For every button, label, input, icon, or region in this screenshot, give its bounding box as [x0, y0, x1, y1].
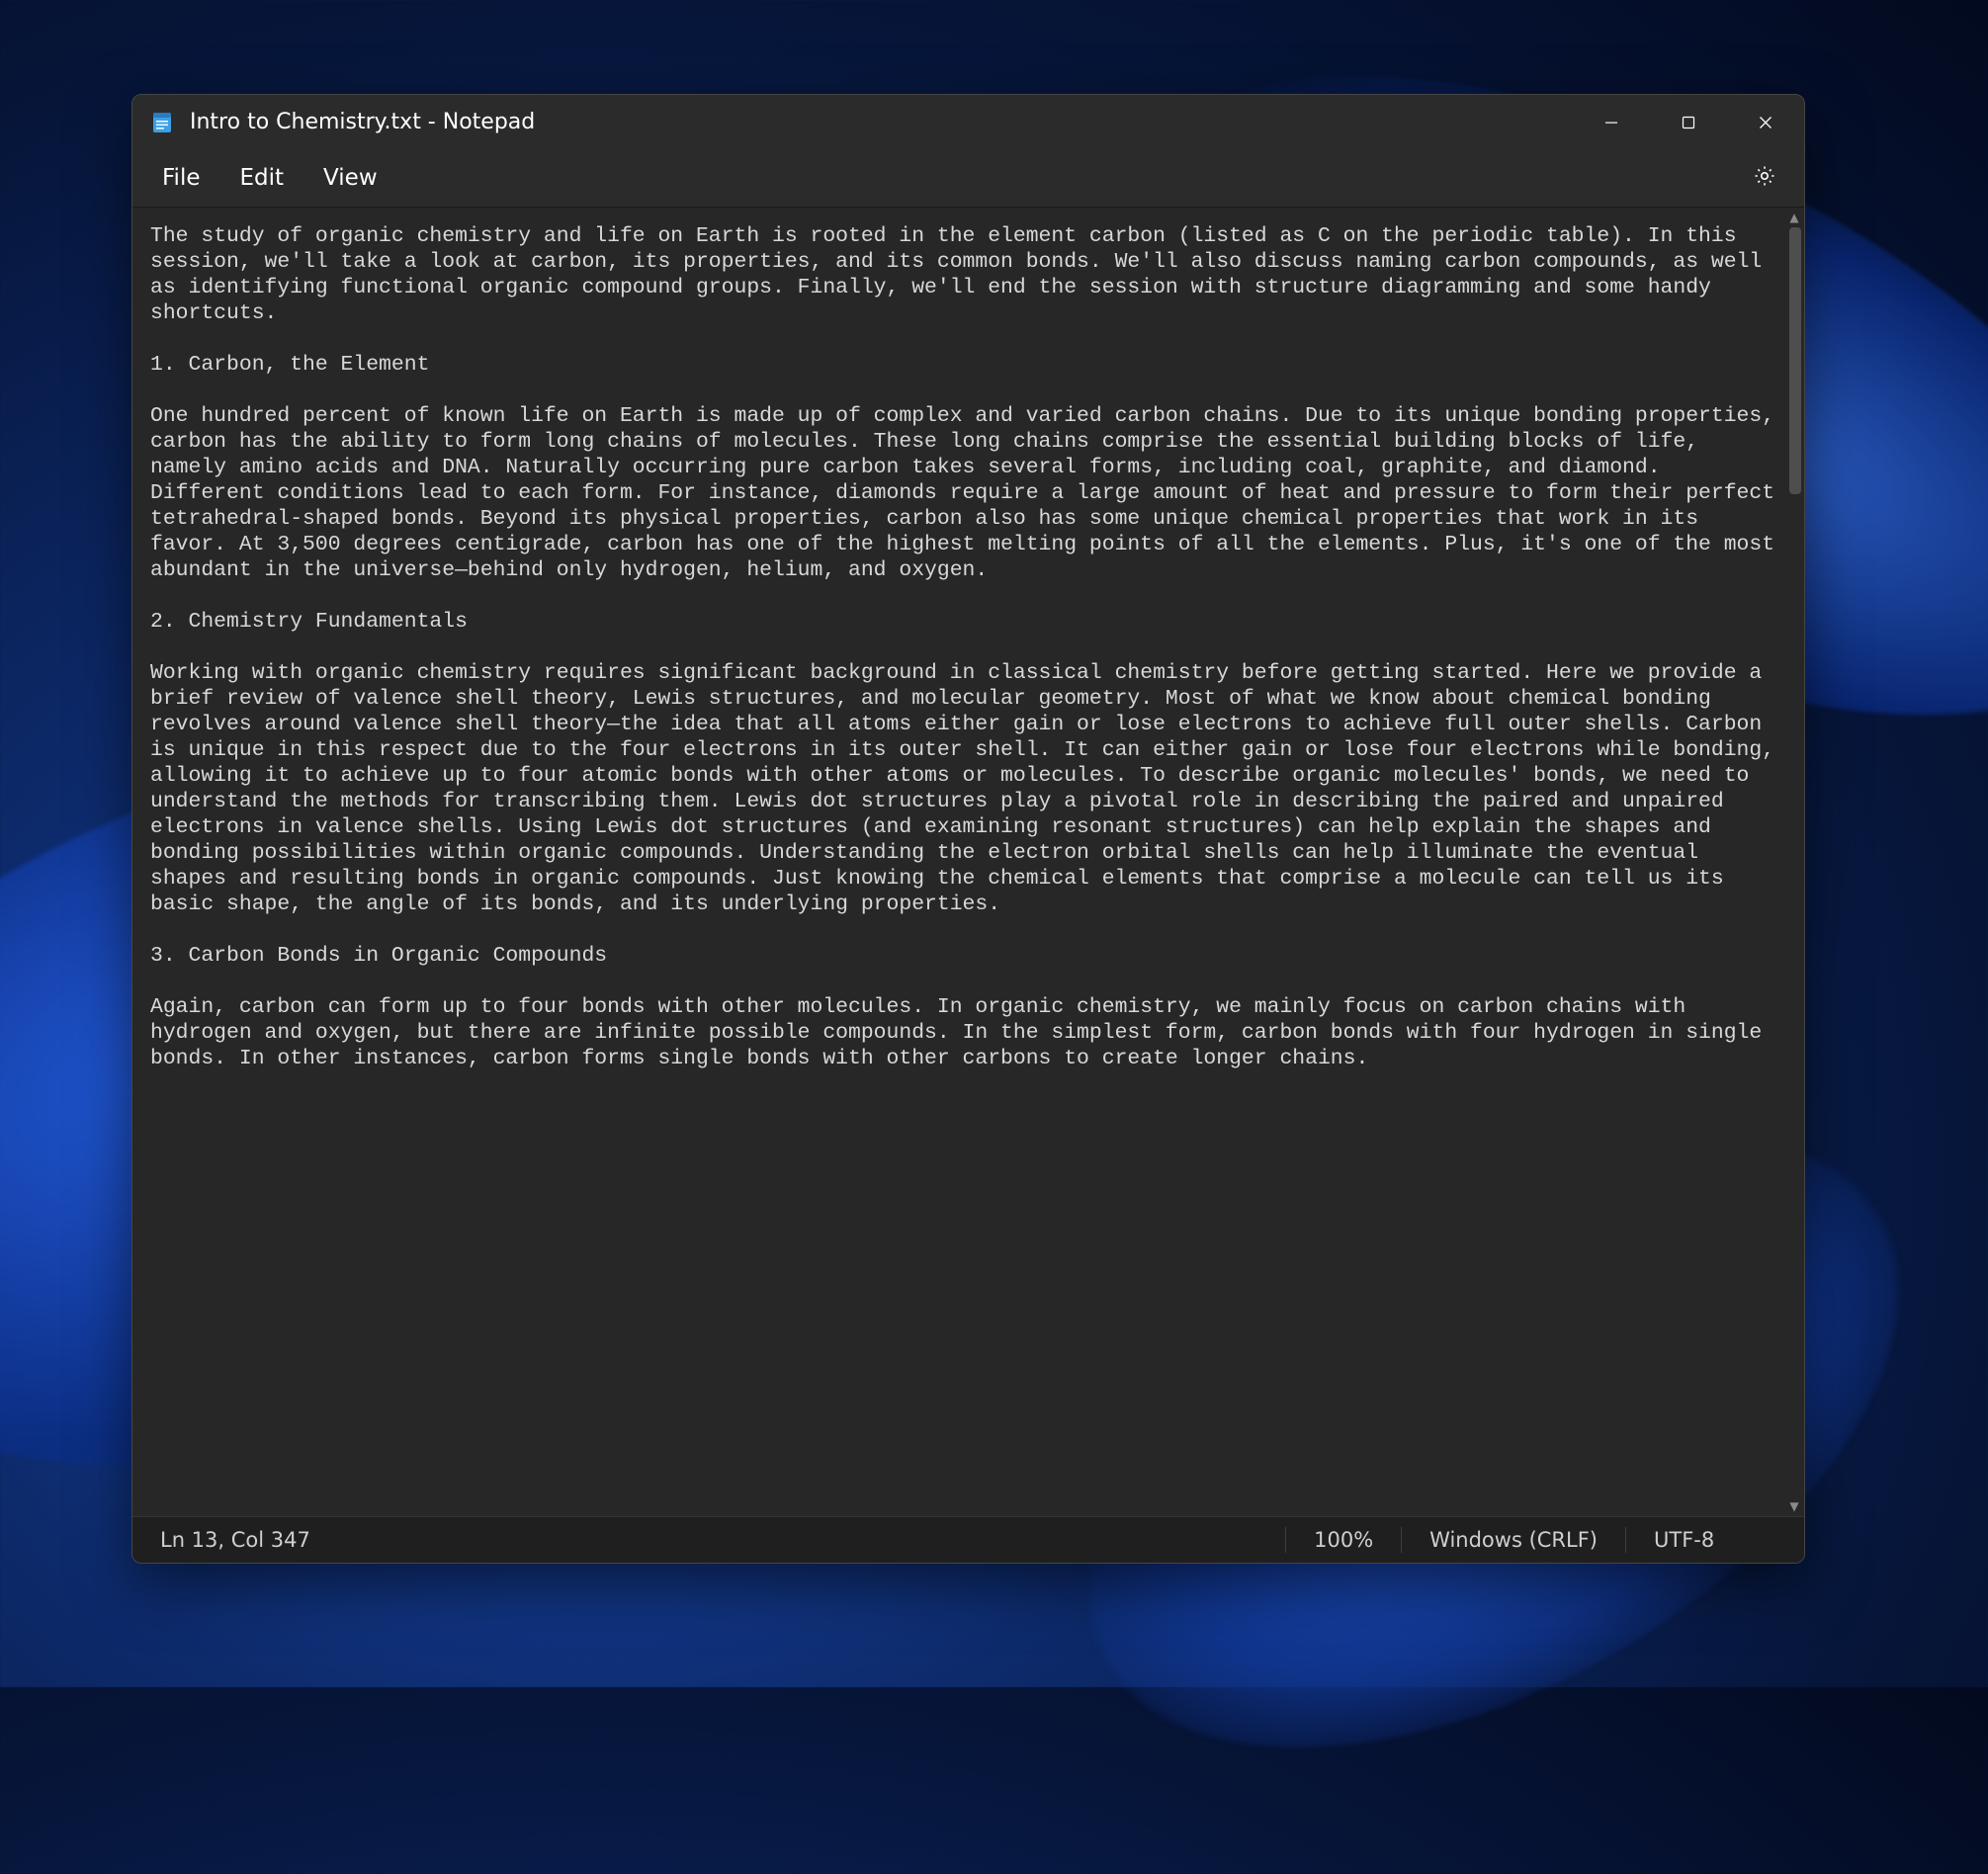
window-title: Intro to Chemistry.txt - Notepad — [190, 110, 535, 134]
menubar: File Edit View — [132, 149, 1804, 207]
menu-view[interactable]: View — [303, 159, 397, 197]
settings-button[interactable] — [1743, 156, 1786, 200]
gear-icon — [1753, 164, 1776, 192]
notepad-window: Intro to Chemistry.txt - Notepad File Ed… — [131, 94, 1805, 1564]
menu-edit[interactable]: Edit — [220, 159, 304, 197]
maximize-button[interactable] — [1650, 95, 1727, 149]
statusbar: Ln 13, Col 347 100% Windows (CRLF) UTF-8 — [132, 1516, 1804, 1563]
text-editor[interactable]: The study of organic chemistry and life … — [132, 208, 1804, 1516]
close-button[interactable] — [1727, 95, 1804, 149]
titlebar[interactable]: Intro to Chemistry.txt - Notepad — [132, 95, 1804, 149]
editor-area: The study of organic chemistry and life … — [132, 207, 1804, 1516]
scrollbar-track[interactable] — [1789, 227, 1801, 1496]
line-ending[interactable]: Windows (CRLF) — [1402, 1525, 1625, 1555]
scrollbar-thumb[interactable] — [1789, 227, 1801, 494]
notepad-app-icon — [150, 111, 174, 134]
minimize-button[interactable] — [1573, 95, 1650, 149]
zoom-level-label: 100% — [1314, 1528, 1373, 1552]
zoom-level[interactable]: 100% — [1286, 1525, 1401, 1555]
menu-file[interactable]: File — [142, 159, 220, 197]
encoding[interactable]: UTF-8 — [1626, 1525, 1804, 1555]
line-ending-label: Windows (CRLF) — [1429, 1528, 1598, 1552]
encoding-label: UTF-8 — [1654, 1528, 1714, 1552]
cursor-position: Ln 13, Col 347 — [160, 1528, 310, 1552]
